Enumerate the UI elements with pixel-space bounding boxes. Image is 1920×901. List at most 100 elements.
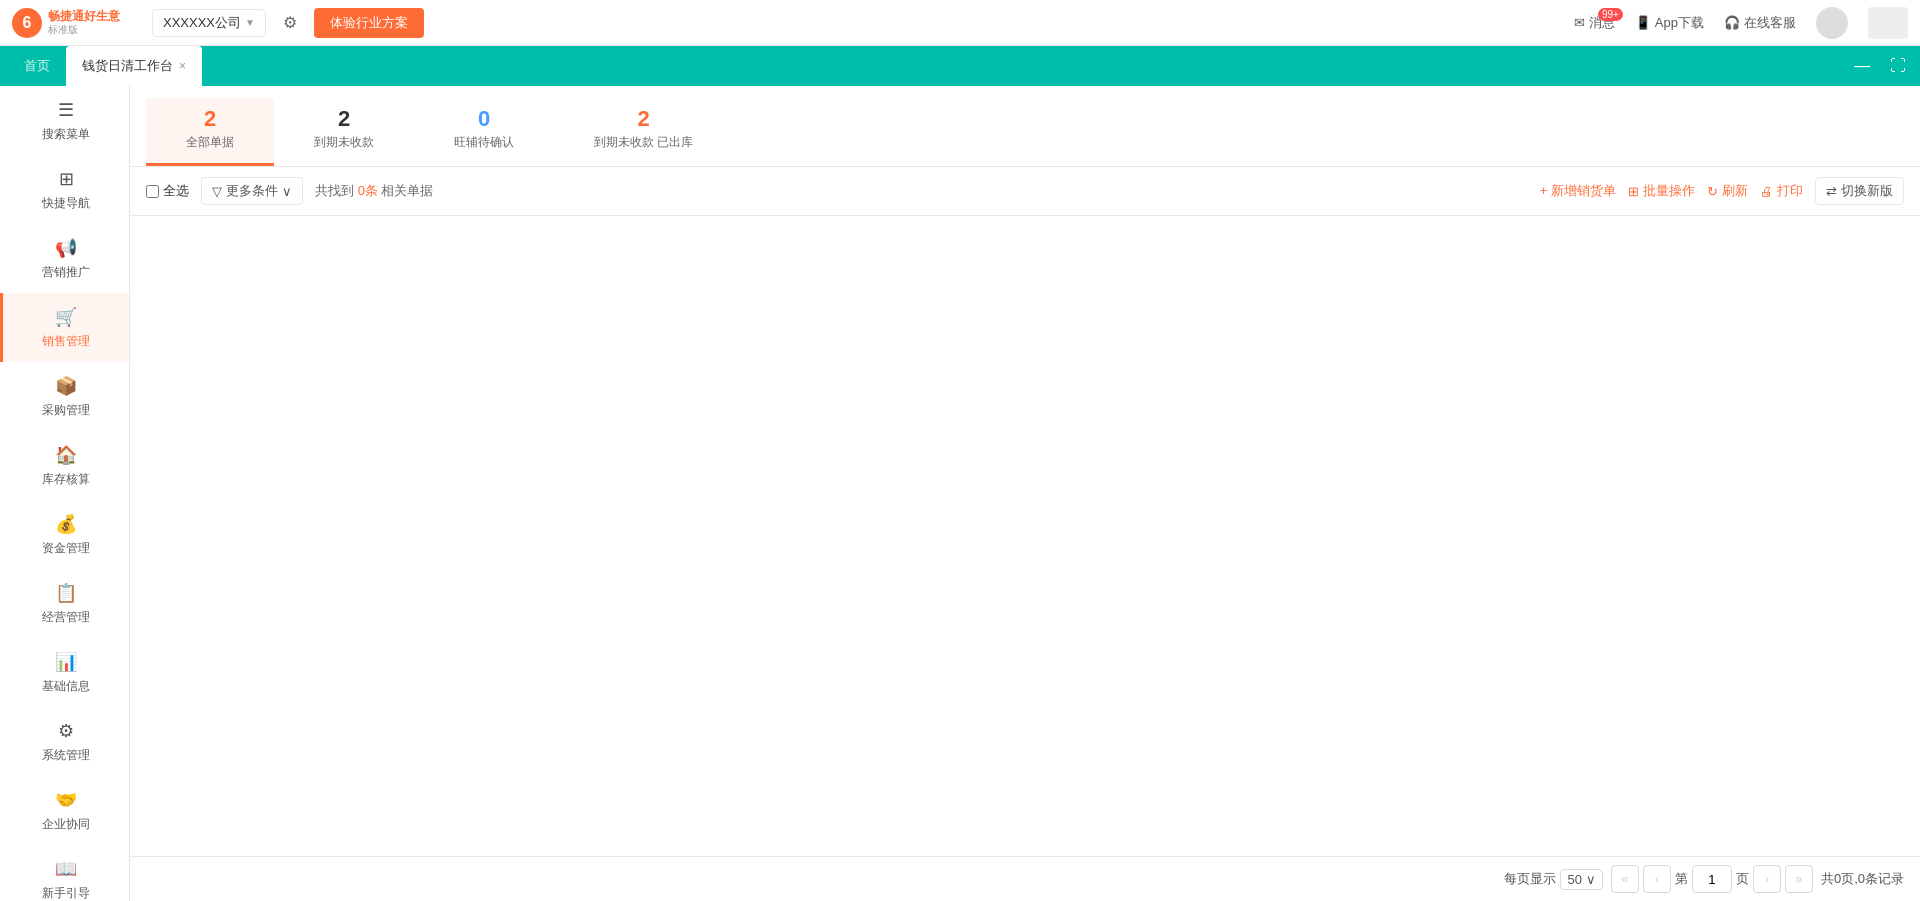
purchase-icon: 📦 — [54, 374, 78, 398]
logo-text: 畅捷通好生意 标准版 — [48, 9, 120, 35]
sidebar-item-sales[interactable]: 🛒 销售管理 — [0, 293, 129, 362]
sidebar-item-label: 基础信息 — [42, 678, 90, 695]
search-menu-icon: ☰ — [54, 98, 78, 122]
page-number-input[interactable] — [1692, 865, 1732, 893]
filter-arrow-icon: ∨ — [282, 184, 292, 199]
stat-label-shipped: 到期未收款 已出库 — [594, 134, 693, 151]
logo-area: 6 畅捷通好生意 标准版 — [12, 8, 142, 38]
service-icon: 🎧 — [1724, 15, 1740, 30]
stat-label-overdue: 到期未收款 — [314, 134, 374, 151]
page-size-arrow-icon: ∨ — [1586, 872, 1596, 887]
app-download-label: App下载 — [1655, 14, 1704, 32]
online-service-button[interactable]: 🎧 在线客服 — [1724, 14, 1796, 32]
stat-tab-all[interactable]: 2 全部单据 — [146, 98, 274, 166]
tab-home[interactable]: 首页 — [8, 46, 66, 86]
per-page-label: 每页显示 — [1504, 870, 1556, 888]
refresh-label: 刷新 — [1722, 182, 1748, 200]
message-badge: 99+ — [1598, 8, 1623, 21]
stat-label-all: 全部单据 — [186, 134, 234, 151]
main-layout: ☰ 搜索菜单 ⊞ 快捷导航 📢 营销推广 🛒 销售管理 📦 采购管理 🏠 库存核… — [0, 86, 1920, 901]
stat-tab-pending[interactable]: 0 旺辅待确认 — [414, 98, 554, 166]
switch-icon: ⇄ — [1826, 184, 1837, 199]
next-page-button[interactable]: › — [1753, 865, 1781, 893]
page-size-select-box[interactable]: 50 ∨ — [1560, 869, 1602, 890]
toolbar-right: + 新增销货单 ⊞ 批量操作 ↻ 刷新 🖨 打印 ⇄ 切换新版 — [1540, 177, 1904, 205]
page-size-value: 50 — [1567, 872, 1581, 887]
select-all-label[interactable]: 全选 — [146, 182, 189, 200]
prev-page-button[interactable]: ‹ — [1643, 865, 1671, 893]
table-area — [130, 216, 1920, 856]
stat-tab-shipped[interactable]: 2 到期未收款 已出库 — [554, 98, 733, 166]
avatar[interactable] — [1816, 7, 1848, 39]
result-text: 共找到 0条 相关单据 — [315, 182, 433, 200]
company-selector[interactable]: XXXXXX公司 ▼ — [152, 9, 266, 37]
minimize-icon[interactable]: — — [1848, 52, 1876, 80]
tab-bar-right: — ⛶ — [1848, 52, 1912, 80]
empty-state — [130, 216, 1920, 856]
tab-work-bench[interactable]: 钱货日清工作台 × — [66, 46, 202, 86]
tab-bar: 首页 钱货日清工作台 × — ⛶ — [0, 46, 1920, 86]
sidebar-item-marketing[interactable]: 📢 营销推广 — [0, 224, 129, 293]
sidebar-item-label: 营销推广 — [42, 264, 90, 281]
select-all-checkbox[interactable] — [146, 185, 159, 198]
refresh-button[interactable]: ↻ 刷新 — [1707, 182, 1748, 200]
marketing-icon: 📢 — [54, 236, 78, 260]
close-tab-icon[interactable]: × — [179, 59, 186, 73]
sidebar-item-basic-info[interactable]: 📊 基础信息 — [0, 638, 129, 707]
system-icon: ⚙ — [54, 719, 78, 743]
tab-home-label: 首页 — [24, 57, 50, 75]
switch-version-button[interactable]: ⇄ 切换新版 — [1815, 177, 1904, 205]
sidebar-item-system[interactable]: ⚙ 系统管理 — [0, 707, 129, 776]
sidebar-item-operations[interactable]: 📋 经营管理 — [0, 569, 129, 638]
toolbar: 全选 ▽ 更多条件 ∨ 共找到 0条 相关单据 + 新增销货单 ⊞ 批量操作 ↻ — [130, 167, 1920, 216]
filter-label: 更多条件 — [226, 182, 278, 200]
content-area: 2 全部单据 2 到期未收款 0 旺辅待确认 2 到期未收款 已出库 全选 — [130, 86, 1920, 901]
user-name[interactable] — [1868, 7, 1908, 39]
sidebar-item-label: 经营管理 — [42, 609, 90, 626]
message-button[interactable]: ✉ 消息 99+ — [1574, 14, 1615, 32]
inventory-icon: 🏠 — [54, 443, 78, 467]
sidebar-item-guide[interactable]: 📖 新手引导 — [0, 845, 129, 901]
settings-button[interactable]: ⚙ — [274, 7, 306, 39]
quick-nav-icon: ⊞ — [54, 167, 78, 191]
sidebar-item-label: 采购管理 — [42, 402, 90, 419]
stat-tab-overdue[interactable]: 2 到期未收款 — [274, 98, 414, 166]
add-sales-order-button[interactable]: + 新增销货单 — [1540, 182, 1616, 200]
sidebar-item-search-menu[interactable]: ☰ 搜索菜单 — [0, 86, 129, 155]
tab-work-bench-label: 钱货日清工作台 — [82, 57, 173, 75]
guide-icon: 📖 — [54, 857, 78, 881]
sidebar-item-label: 搜索菜单 — [42, 126, 90, 143]
logo-sub: 标准版 — [48, 24, 120, 36]
app-download-button[interactable]: 📱 App下载 — [1635, 14, 1704, 32]
top-header: 6 畅捷通好生意 标准版 XXXXXX公司 ▼ ⚙ 体验行业方案 ✉ 消息 99… — [0, 0, 1920, 46]
operations-icon: 📋 — [54, 581, 78, 605]
sidebar-item-quick-nav[interactable]: ⊞ 快捷导航 — [0, 155, 129, 224]
sidebar-item-label: 新手引导 — [42, 885, 90, 901]
filter-button[interactable]: ▽ 更多条件 ∨ — [201, 177, 303, 205]
sidebar-item-inventory[interactable]: 🏠 库存核算 — [0, 431, 129, 500]
first-page-button[interactable]: « — [1611, 865, 1639, 893]
sidebar-item-label: 系统管理 — [42, 747, 90, 764]
last-page-button[interactable]: » — [1785, 865, 1813, 893]
batch-label: 批量操作 — [1643, 182, 1695, 200]
print-button[interactable]: 🖨 打印 — [1760, 182, 1803, 200]
stat-num-overdue: 2 — [338, 106, 350, 132]
total-records-text: 共0页,0条记录 — [1821, 870, 1904, 888]
pagination: 每页显示 50 ∨ « ‹ 第 页 › » 共0页,0条记录 — [130, 856, 1920, 901]
page-nav: « ‹ 第 页 › » — [1611, 865, 1813, 893]
trial-button[interactable]: 体验行业方案 — [314, 8, 424, 38]
print-label: 打印 — [1777, 182, 1803, 200]
sidebar-item-purchase[interactable]: 📦 采购管理 — [0, 362, 129, 431]
stat-num-pending: 0 — [478, 106, 490, 132]
logo-main: 畅捷通好生意 — [48, 9, 120, 23]
message-icon: ✉ — [1574, 15, 1585, 30]
batch-operation-button[interactable]: ⊞ 批量操作 — [1628, 182, 1695, 200]
select-all-text: 全选 — [163, 182, 189, 200]
sidebar-item-label: 快捷导航 — [42, 195, 90, 212]
maximize-icon[interactable]: ⛶ — [1884, 52, 1912, 80]
sidebar-item-label: 销售管理 — [42, 333, 90, 350]
refresh-icon: ↻ — [1707, 184, 1718, 199]
sidebar-item-enterprise[interactable]: 🤝 企业协同 — [0, 776, 129, 845]
basic-info-icon: 📊 — [54, 650, 78, 674]
sidebar-item-finance[interactable]: 💰 资金管理 — [0, 500, 129, 569]
